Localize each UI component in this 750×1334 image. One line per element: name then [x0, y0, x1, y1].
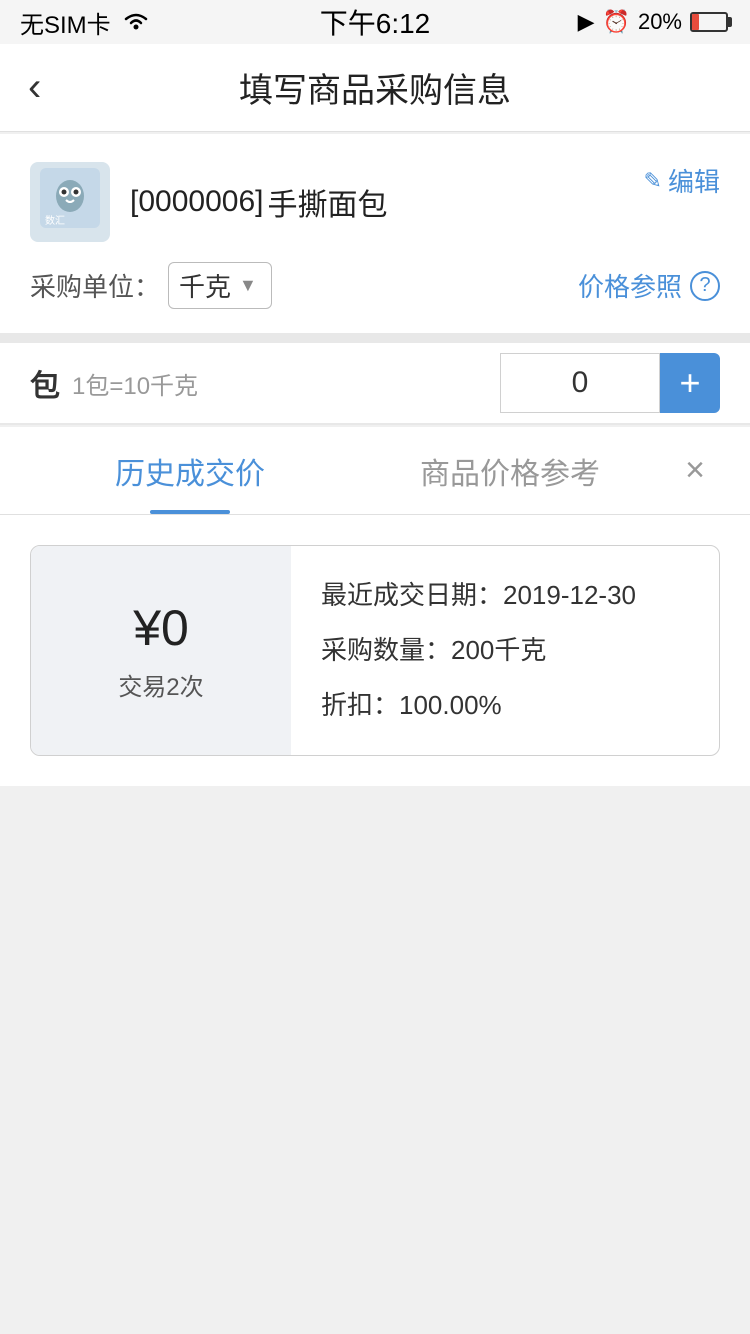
quantity-label: 包 1包=10千克	[30, 361, 198, 405]
product-full-name: [0000006] 手撕面包	[130, 180, 387, 224]
purchase-quantity-value: 200千克	[451, 635, 546, 665]
purchase-quantity-row: 采购数量：200千克	[321, 631, 689, 670]
edit-button[interactable]: ✎ 编辑	[644, 162, 720, 199]
status-left: 无SIM卡	[20, 5, 151, 40]
unit-select[interactable]: 千克 ▼	[168, 262, 272, 309]
quantity-plus-button[interactable]: +	[660, 353, 720, 413]
discount-value: 100.00%	[399, 690, 502, 720]
price-trades: 交易2次	[118, 667, 203, 702]
tab-history-price[interactable]: 历史成交价	[30, 427, 350, 514]
quantity-section: 包 1包=10千克 +	[0, 343, 750, 423]
purchase-quantity-label: 采购数量：	[321, 635, 451, 665]
price-ref-label: 价格参照	[578, 267, 682, 304]
wifi-icon	[121, 7, 151, 38]
product-info: [0000006] 手撕面包	[130, 180, 387, 224]
status-right: ▶ ⏰ 20%	[578, 9, 730, 35]
unit-label: 采购单位：	[30, 267, 160, 304]
tab-active-underline	[150, 510, 230, 514]
battery-icon	[690, 12, 730, 32]
carrier-text: 无SIM卡	[20, 5, 111, 40]
price-card-right: 最近成交日期：2019-12-30 采购数量：200千克 折扣：100.00%	[291, 546, 719, 755]
status-time: 下午6:12	[320, 2, 431, 42]
alarm-icon: ⏰	[603, 9, 630, 35]
recent-date-row: 最近成交日期：2019-12-30	[321, 576, 689, 615]
tab-price-reference-label: 商品价格参考	[420, 449, 600, 493]
edit-label: 编辑	[668, 162, 720, 199]
unit-selector-group: 采购单位： 千克 ▼	[30, 262, 272, 309]
price-value: 0	[161, 600, 189, 656]
tab-price-reference[interactable]: 商品价格参考	[350, 427, 670, 514]
product-left: 数汇 [0000006] 手撕面包	[30, 162, 387, 242]
page-title: 填写商品采购信息	[239, 63, 511, 112]
quantity-unit: 包	[30, 361, 60, 405]
tabs-section: 历史成交价 商品价格参考 × ¥0 交易2次 最近成交日期：2019-12-30	[0, 427, 750, 786]
price-ref-help-icon: ?	[690, 271, 720, 301]
svg-text:数汇: 数汇	[45, 214, 65, 227]
discount-row: 折扣：100.00%	[321, 686, 689, 725]
price-card-left: ¥0 交易2次	[31, 546, 291, 755]
battery-percent: 20%	[638, 9, 682, 35]
product-unit-row: 采购单位： 千克 ▼ 价格参照 ?	[30, 262, 720, 309]
unit-value: 千克	[179, 267, 231, 304]
back-button[interactable]: ‹	[28, 65, 41, 110]
recent-date-value: 2019-12-30	[503, 580, 636, 610]
quantity-input-group: +	[500, 353, 720, 413]
close-icon: ×	[685, 451, 705, 490]
quantity-hint: 1包=10千克	[72, 366, 198, 401]
page-rest	[0, 786, 750, 1186]
nav-bar: ‹ 填写商品采购信息	[0, 44, 750, 132]
product-thumbnail: 数汇	[30, 162, 110, 242]
product-section: 数汇 [0000006] 手撕面包 ✎ 编辑 采购单位： 千克 ▼	[0, 134, 750, 333]
product-image-icon: 数汇	[40, 168, 100, 237]
product-id: [0000006]	[130, 185, 263, 219]
discount-label: 折扣：	[321, 690, 399, 720]
price-amount: ¥0	[133, 599, 189, 657]
product-header: 数汇 [0000006] 手撕面包 ✎ 编辑	[30, 162, 720, 242]
tab-history-price-label: 历史成交价	[115, 449, 265, 493]
plus-icon: +	[679, 362, 700, 404]
tab-close-button[interactable]: ×	[670, 446, 720, 496]
location-icon: ▶	[578, 9, 595, 35]
quantity-input[interactable]	[500, 353, 660, 413]
tabs-header: 历史成交价 商品价格参考 ×	[0, 427, 750, 515]
recent-date-label: 最近成交日期：	[321, 580, 503, 610]
unit-dropdown-arrow: ▼	[239, 275, 257, 296]
price-card: ¥0 交易2次 最近成交日期：2019-12-30 采购数量：200千克 折扣：…	[30, 545, 720, 756]
product-name: 手撕面包	[267, 180, 387, 224]
price-reference-button[interactable]: 价格参照 ?	[578, 267, 720, 304]
small-divider	[0, 423, 750, 425]
edit-icon: ✎	[644, 168, 662, 194]
status-bar: 无SIM卡 下午6:12 ▶ ⏰ 20%	[0, 0, 750, 44]
section-divider	[0, 333, 750, 343]
currency-symbol: ¥	[133, 600, 161, 656]
price-card-section: ¥0 交易2次 最近成交日期：2019-12-30 采购数量：200千克 折扣：…	[0, 515, 750, 786]
